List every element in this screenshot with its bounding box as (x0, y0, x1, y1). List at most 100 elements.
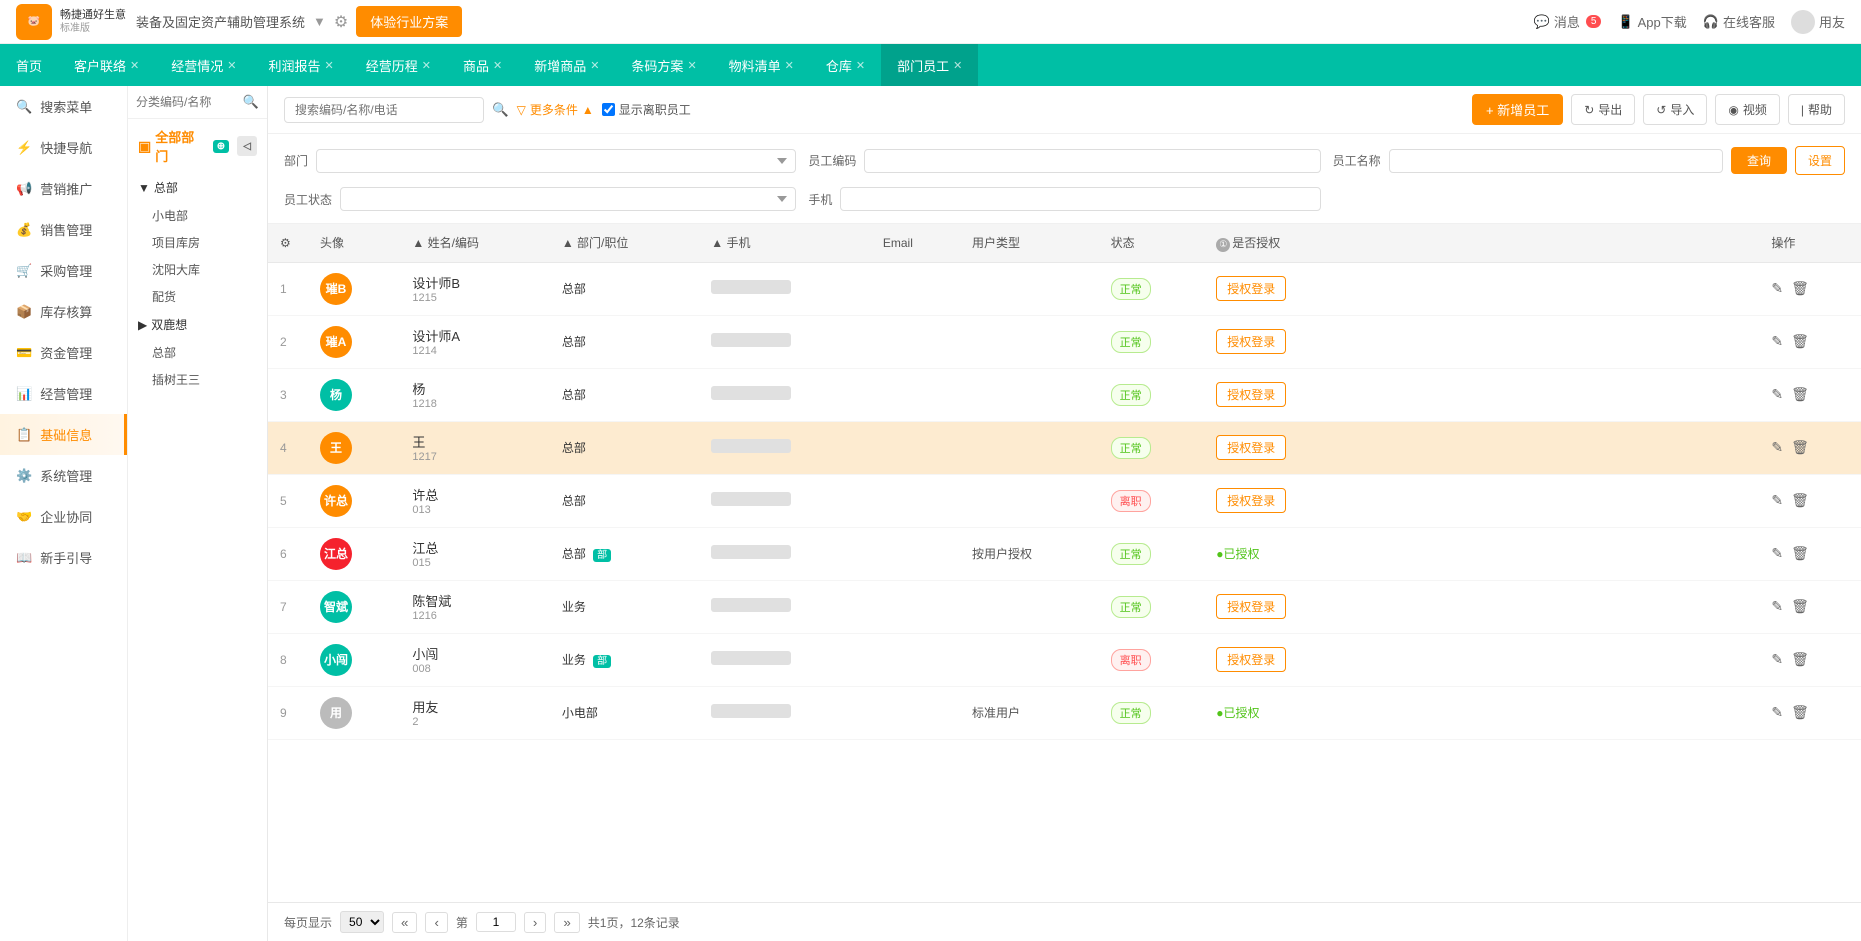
auth-button[interactable]: 授权登录 (1216, 435, 1286, 460)
auth-button[interactable]: 授权登录 (1216, 594, 1286, 619)
nav-close-icon[interactable]: ✕ (422, 59, 431, 72)
dept-child-xiaodibu[interactable]: 小电部 (128, 202, 267, 229)
view-button[interactable]: ◉ 视频 (1715, 94, 1780, 125)
delete-button[interactable]: 🗑 (1791, 651, 1809, 668)
col-settings[interactable]: ⚙ (268, 224, 308, 262)
export-button[interactable]: ↻ 导出 (1571, 94, 1635, 125)
delete-button[interactable]: 🗑 (1791, 598, 1809, 615)
nav-close-icon[interactable]: ✕ (493, 59, 502, 72)
edit-button[interactable]: ✎ (1771, 280, 1783, 297)
nav-item-商品[interactable]: 商品 ✕ (447, 44, 518, 86)
filter-dept-select[interactable] (316, 149, 796, 173)
nav-item-条码方案[interactable]: 条码方案 ✕ (615, 44, 712, 86)
edit-button[interactable]: ✎ (1771, 333, 1783, 350)
sidenav-item-系统管理[interactable]: ⚙️系统管理 (0, 455, 127, 496)
nav-close-icon[interactable]: ✕ (687, 59, 696, 72)
auth-button[interactable]: 授权登录 (1216, 488, 1286, 513)
sidenav-item-企业协同[interactable]: 🤝企业协同 (0, 496, 127, 537)
sidenav-item-营销推广[interactable]: 📢营销推广 (0, 168, 127, 209)
nav-close-icon[interactable]: ✕ (590, 59, 599, 72)
nav-close-icon[interactable]: ✕ (953, 59, 962, 72)
dept-child-shenyangdaku[interactable]: 沈阳大库 (128, 256, 267, 283)
show-resigned-input[interactable] (602, 103, 615, 116)
nav-item-部门员工[interactable]: 部门员工 ✕ (881, 44, 978, 86)
nav-close-icon[interactable]: ✕ (785, 59, 794, 72)
edit-button[interactable]: ✎ (1771, 598, 1783, 615)
sidenav-item-库存核算[interactable]: 📦库存核算 (0, 291, 127, 332)
page-size-select[interactable]: 50 (340, 911, 384, 933)
show-resigned-checkbox[interactable]: 显示离职员工 (602, 101, 691, 118)
nav-item-新增商品[interactable]: 新增商品 ✕ (518, 44, 615, 86)
page-number-input[interactable] (476, 912, 516, 932)
sidenav-item-搜索菜单[interactable]: 🔍搜索菜单 (0, 86, 127, 127)
edit-button[interactable]: ✎ (1771, 704, 1783, 721)
delete-button[interactable]: 🗑 (1791, 439, 1809, 456)
col-dept[interactable]: ▲ 部门/职位 (550, 224, 699, 262)
experience-button[interactable]: 体验行业方案 (356, 6, 462, 37)
col-phone[interactable]: ▲ 手机 (699, 224, 871, 262)
more-filters-button[interactable]: ▽ 更多条件 ▲ (517, 101, 594, 118)
online-service-button[interactable]: 🎧 在线客服 (1703, 12, 1775, 31)
auth-button[interactable]: 授权登录 (1216, 276, 1286, 301)
filter-empcode-input[interactable] (864, 149, 1320, 173)
help-button[interactable]: | 帮助 (1788, 94, 1845, 125)
nav-item-经营情况[interactable]: 经营情况 ✕ (155, 44, 252, 86)
nav-close-icon[interactable]: ✕ (856, 59, 865, 72)
sidenav-item-销售管理[interactable]: 💰销售管理 (0, 209, 127, 250)
edit-button[interactable]: ✎ (1771, 545, 1783, 562)
dept-parent-shuangluxiang[interactable]: ▶ 双鹿想 (128, 310, 267, 339)
filter-empname-input[interactable] (1389, 149, 1723, 173)
settings-icon[interactable]: ⚙ (334, 12, 348, 32)
search-input[interactable] (284, 97, 484, 123)
auth-button[interactable]: 授权登录 (1216, 647, 1286, 672)
nav-close-icon[interactable]: ✕ (130, 59, 139, 72)
edit-button[interactable]: ✎ (1771, 386, 1783, 403)
nav-item-仓库[interactable]: 仓库 ✕ (810, 44, 881, 86)
sidenav-item-经营管理[interactable]: 📊经营管理 (0, 373, 127, 414)
setting-button[interactable]: 设置 (1795, 146, 1845, 175)
dept-child-chashuwangsan[interactable]: 插树王三 (128, 366, 267, 393)
dropdown-icon[interactable]: ▼ (313, 14, 326, 29)
nav-item-经营历程[interactable]: 经营历程 ✕ (350, 44, 447, 86)
search-button[interactable]: 🔍 (492, 102, 509, 118)
delete-button[interactable]: 🗑 (1791, 280, 1809, 297)
dept-parent-zongbu[interactable]: ▼ 总部 (128, 173, 267, 202)
auth-button[interactable]: 授权登录 (1216, 329, 1286, 354)
edit-button[interactable]: ✎ (1771, 492, 1783, 509)
app-download-button[interactable]: 📱 App下载 (1617, 12, 1686, 31)
first-page-button[interactable]: « (392, 912, 417, 933)
import-button[interactable]: ↺ 导入 (1643, 94, 1707, 125)
filter-phone-input[interactable] (840, 187, 1320, 211)
filter-status-select[interactable] (340, 187, 796, 211)
add-employee-button[interactable]: + 新增员工 (1472, 94, 1563, 125)
nav-item-首页[interactable]: 首页 (0, 44, 58, 86)
auth-button[interactable]: 授权登录 (1216, 382, 1286, 407)
delete-button[interactable]: 🗑 (1791, 492, 1809, 509)
sidenav-item-新手引导[interactable]: 📖新手引导 (0, 537, 127, 578)
delete-button[interactable]: 🗑 (1791, 386, 1809, 403)
dept-child-zongbu[interactable]: 总部 (128, 339, 267, 366)
sidenav-item-基础信息[interactable]: 📋基础信息 (0, 414, 127, 455)
message-button[interactable]: 💬 消息 5 (1534, 12, 1602, 31)
dept-search-icon[interactable]: 🔍 (243, 94, 259, 110)
edit-button[interactable]: ✎ (1771, 439, 1783, 456)
dept-all-item[interactable]: ▣ 全部部门 ⊕ ◁ (128, 119, 267, 173)
col-name[interactable]: ▲ 姓名/编码 (400, 224, 549, 262)
next-page-button[interactable]: › (524, 912, 546, 933)
last-page-button[interactable]: » (554, 912, 579, 933)
dept-child-peihuo[interactable]: 配货 (128, 283, 267, 310)
edit-button[interactable]: ✎ (1771, 651, 1783, 668)
collapse-btn[interactable]: ◁ (237, 136, 257, 156)
dept-search-input[interactable] (136, 95, 243, 109)
delete-button[interactable]: 🗑 (1791, 704, 1809, 721)
nav-item-利润报告[interactable]: 利润报告 ✕ (252, 44, 349, 86)
nav-close-icon[interactable]: ✕ (227, 59, 236, 72)
delete-button[interactable]: 🗑 (1791, 333, 1809, 350)
sidenav-item-快捷导航[interactable]: ⚡快捷导航 (0, 127, 127, 168)
delete-button[interactable]: 🗑 (1791, 545, 1809, 562)
query-button[interactable]: 查询 (1731, 147, 1787, 174)
sidenav-item-资金管理[interactable]: 💳资金管理 (0, 332, 127, 373)
nav-item-客户联络[interactable]: 客户联络 ✕ (58, 44, 155, 86)
user-avatar[interactable]: 用友 (1791, 10, 1845, 34)
nav-close-icon[interactable]: ✕ (325, 59, 334, 72)
